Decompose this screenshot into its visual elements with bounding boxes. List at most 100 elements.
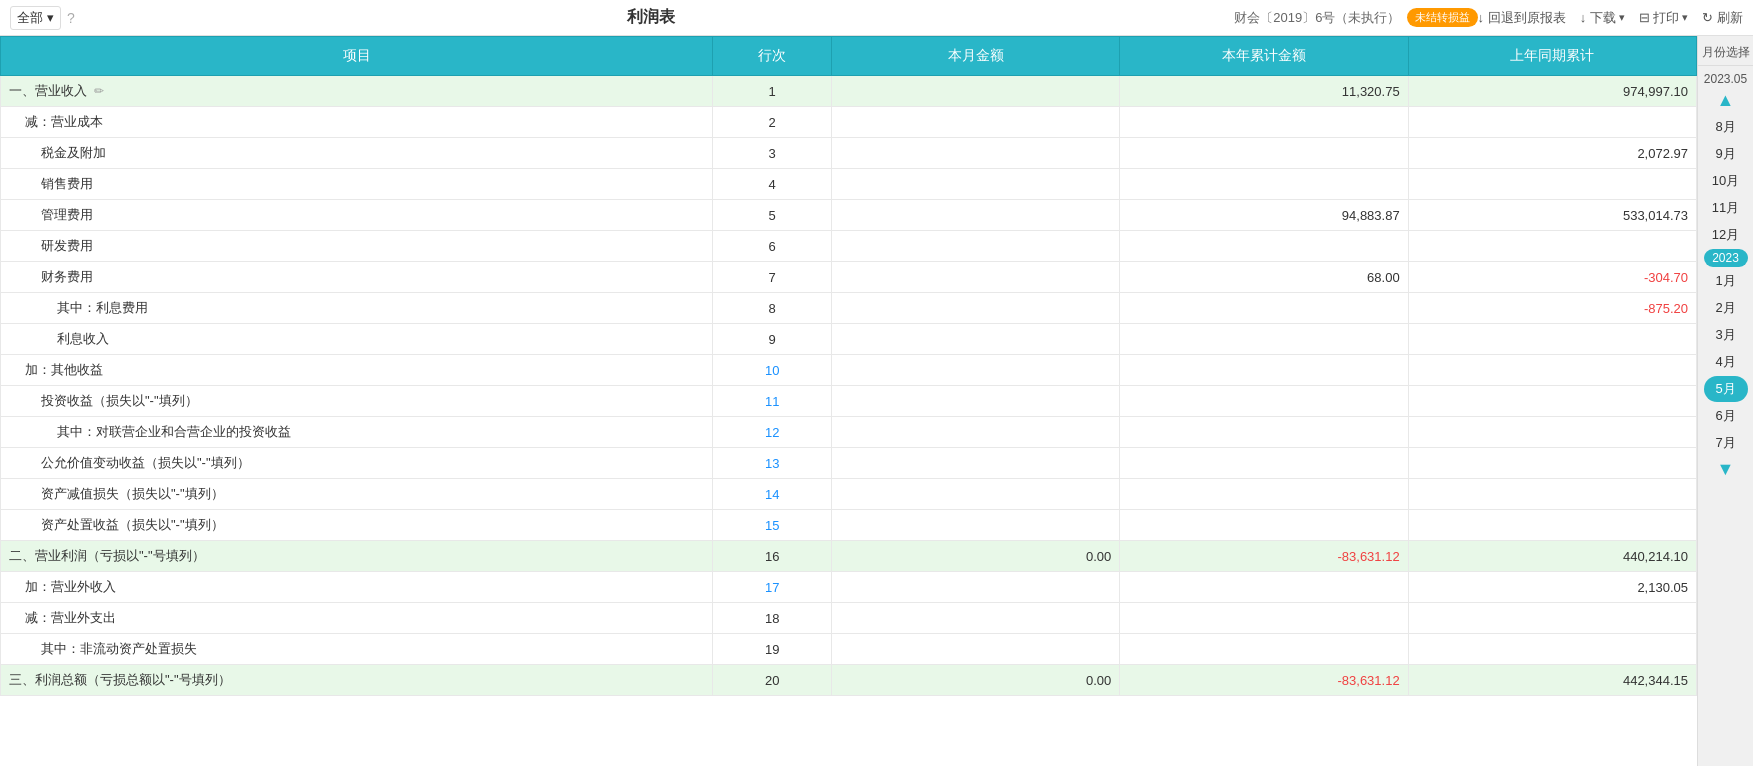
cell-row-num: 10 [713,355,832,386]
cell-row-num: 2 [713,107,832,138]
cell-item: 其中：对联营企业和合营企业的投资收益 [1,417,713,448]
report-table: 项目 行次 本月金额 本年累计金额 上年同期累计 一、营业收入 ✏111,320… [0,36,1697,696]
month-item[interactable]: 2月 [1704,295,1748,321]
print-button[interactable]: ⊟ 打印 ▾ [1639,9,1689,27]
cell-month-amount [832,417,1120,448]
month-item[interactable]: 4月 [1704,349,1748,375]
cell-month-amount [832,634,1120,665]
top-bar-left: 全部 ▾ ? [10,6,75,30]
table-row: 三、利润总额（亏损总额以"-"号填列）200.00-83,631.12442,3… [1,665,1697,696]
cell-month-amount [832,200,1120,231]
scope-dropdown-icon: ▾ [47,10,54,25]
cell-lastyear-amount: 533,014.73 [1408,200,1696,231]
table-header-row: 项目 行次 本月金额 本年累计金额 上年同期累计 [1,37,1697,76]
cell-year-amount: 94,883.87 [1120,200,1408,231]
cell-month-amount: 0.00 [832,665,1120,696]
table-row: 利息收入9 [1,324,1697,355]
cell-month-amount [832,386,1120,417]
cell-month-amount [832,603,1120,634]
scope-select[interactable]: 全部 ▾ [10,6,61,30]
table-row: 管理费用594,883.87533,014.73 [1,200,1697,231]
header-year-amount: 本年累计金额 [1120,37,1408,76]
table-row: 资产减值损失（损失以"-"填列）14 [1,479,1697,510]
cell-item: 税金及附加 [1,138,713,169]
cell-year-amount [1120,231,1408,262]
cell-month-amount [832,138,1120,169]
cell-year-amount [1120,510,1408,541]
cell-month-amount [832,510,1120,541]
cell-year-amount: -83,631.12 [1120,541,1408,572]
table-row: 加：营业外收入172,130.05 [1,572,1697,603]
cell-lastyear-amount: 2,072.97 [1408,138,1696,169]
cell-item: 减：营业外支出 [1,603,713,634]
cell-row-num: 17 [713,572,832,603]
download-button[interactable]: ↓ 下载 ▾ [1580,9,1625,27]
month-item[interactable]: 6月 [1704,403,1748,429]
top-bar: 全部 ▾ ? 利润表 财会〔2019〕6号（未执行） 未结转损益 ↓ 回退到原报… [0,0,1753,36]
back-button[interactable]: ↓ 回退到原报表 [1478,9,1566,27]
cell-lastyear-amount [1408,231,1696,262]
cell-year-amount [1120,324,1408,355]
month-item[interactable]: 2023 [1704,249,1748,267]
cell-year-amount [1120,386,1408,417]
month-item[interactable]: 12月 [1704,222,1748,248]
table-row: 减：营业成本2 [1,107,1697,138]
cell-row-num: 15 [713,510,832,541]
cell-item: 投资收益（损失以"-"填列） [1,386,713,417]
table-row: 一、营业收入 ✏111,320.75974,997.10 [1,76,1697,107]
nav-down-button[interactable]: ▼ [1715,457,1737,482]
cell-year-amount: 11,320.75 [1120,76,1408,107]
cell-year-amount [1120,448,1408,479]
cell-row-num: 7 [713,262,832,293]
cell-row-num: 11 [713,386,832,417]
month-item[interactable]: 8月 [1704,114,1748,140]
month-item[interactable]: 11月 [1704,195,1748,221]
cell-row-num: 19 [713,634,832,665]
cell-lastyear-amount [1408,169,1696,200]
download-label: ↓ 下载 [1580,9,1616,27]
sidebar-title: 月份选择 [1698,40,1753,66]
table-row: 财务费用768.00-304.70 [1,262,1697,293]
nav-up-button[interactable]: ▲ [1715,88,1737,113]
table-row: 税金及附加3 2,072.97 [1,138,1697,169]
cell-month-amount [832,169,1120,200]
month-item[interactable]: 1月 [1704,268,1748,294]
print-dropdown-icon: ▾ [1682,11,1688,24]
table-body: 一、营业收入 ✏111,320.75974,997.10减：营业成本2税金及附加… [1,76,1697,696]
month-item[interactable]: 3月 [1704,322,1748,348]
edit-icon[interactable]: ✏ [91,84,104,98]
month-item[interactable]: 7月 [1704,430,1748,456]
cell-month-amount [832,76,1120,107]
table-row: 公允价值变动收益（损失以"-"填列）13 [1,448,1697,479]
cell-month-amount: 0.00 [832,541,1120,572]
cell-lastyear-amount [1408,417,1696,448]
cell-year-amount [1120,417,1408,448]
cell-lastyear-amount [1408,107,1696,138]
title-area: 利润表 财会〔2019〕6号（未执行） 未结转损益 [75,7,1478,28]
header-month-amount: 本月金额 [832,37,1120,76]
cell-row-num: 3 [713,138,832,169]
month-item[interactable]: 10月 [1704,168,1748,194]
cell-row-num: 20 [713,665,832,696]
table-row: 其中：对联营企业和合营企业的投资收益12 [1,417,1697,448]
cell-item: 销售费用 [1,169,713,200]
refresh-button[interactable]: ↻ 刷新 [1702,9,1743,27]
cell-year-amount [1120,634,1408,665]
print-label: ⊟ 打印 [1639,9,1680,27]
cell-item: 加：其他收益 [1,355,713,386]
month-item[interactable]: 9月 [1704,141,1748,167]
cell-month-amount [832,262,1120,293]
month-item[interactable]: 5月 [1704,376,1748,402]
cell-row-num: 6 [713,231,832,262]
cell-year-amount [1120,293,1408,324]
cell-lastyear-amount [1408,510,1696,541]
cell-lastyear-amount [1408,355,1696,386]
main-content: 项目 行次 本月金额 本年累计金额 上年同期累计 一、营业收入 ✏111,320… [0,36,1753,766]
table-row: 加：其他收益10 [1,355,1697,386]
table-row: 资产处置收益（损失以"-"填列）15 [1,510,1697,541]
cell-item: 减：营业成本 [1,107,713,138]
table-row: 销售费用4 [1,169,1697,200]
help-icon[interactable]: ? [67,10,75,26]
cell-year-amount: -83,631.12 [1120,665,1408,696]
cell-year-amount [1120,572,1408,603]
